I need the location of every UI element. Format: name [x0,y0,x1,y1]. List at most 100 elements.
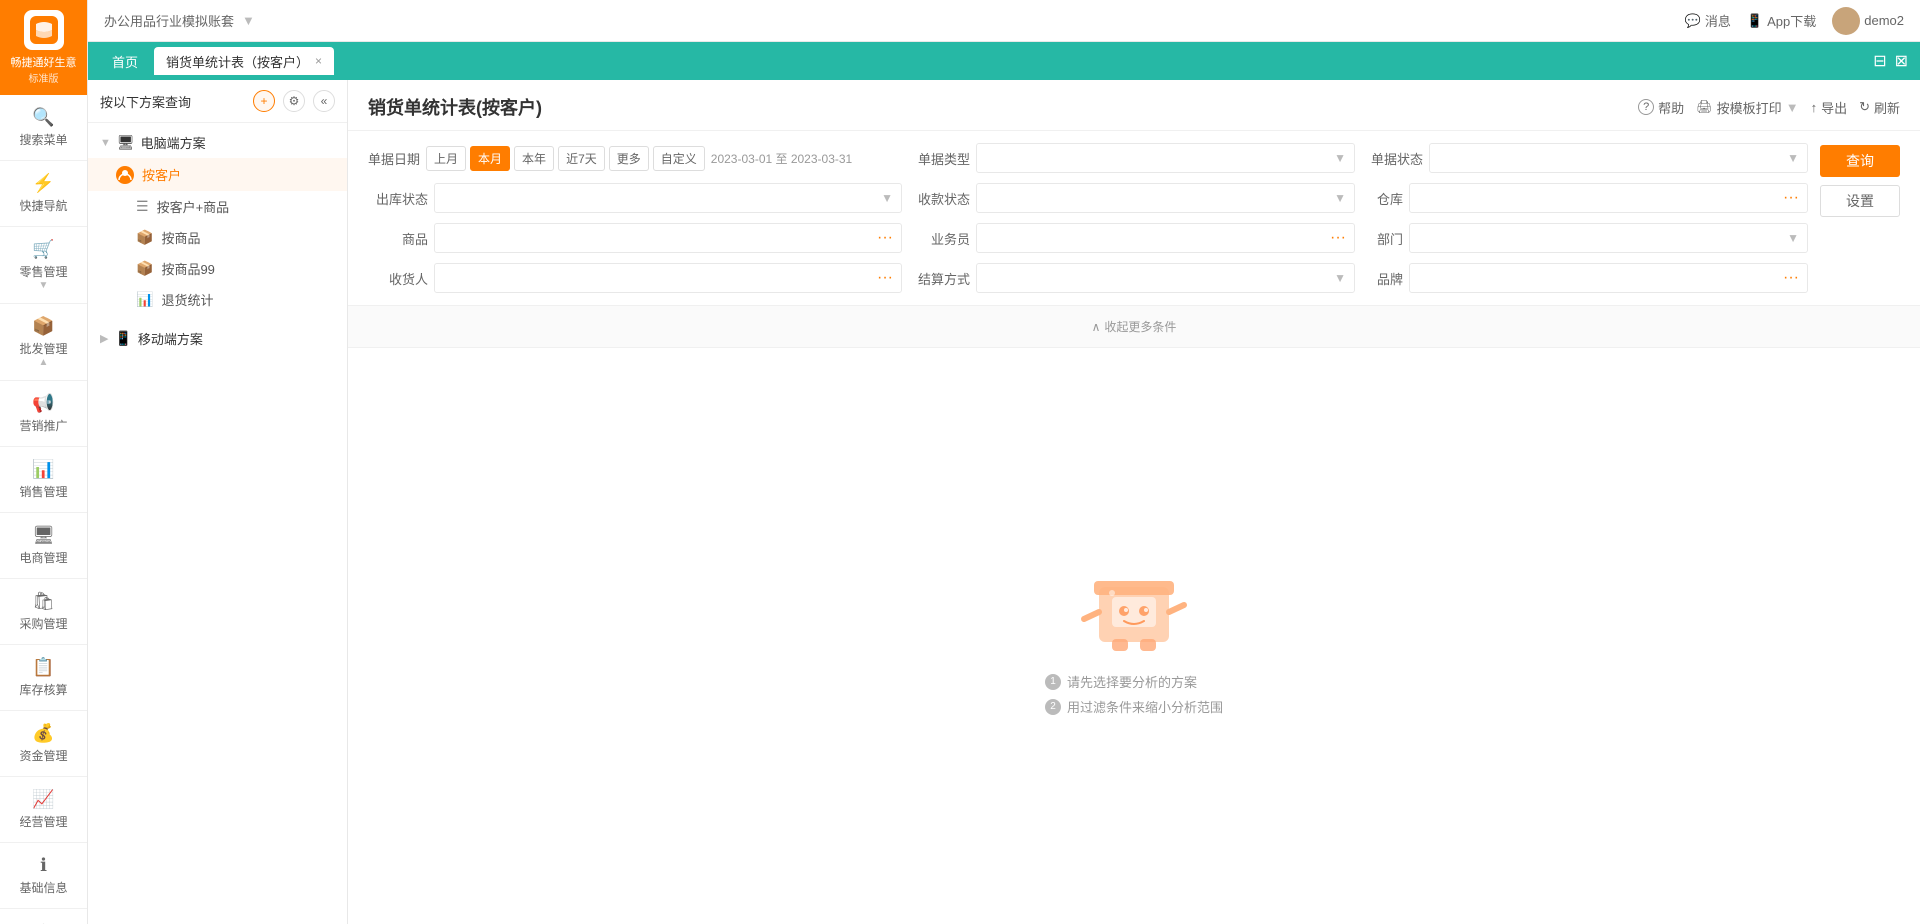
sidebar-item-sales[interactable]: 📊 销售管理 [0,447,87,513]
export-label: 导出 [1821,98,1847,117]
sidebar-item-label: 资金管理 [19,747,67,764]
tab-sales-stats-label: 销货单统计表（按客户） [166,52,309,71]
brand-dots[interactable]: ··· [1783,269,1799,287]
basic-icon: ℹ [40,855,47,876]
salesperson-dots[interactable]: ··· [1330,229,1346,247]
empty-num-2: 2 [1045,699,1061,715]
sidebar-item-basic[interactable]: ℹ 基础信息 [0,843,87,909]
avatar [1832,7,1860,35]
by-product-99-label: 按商品99 [161,259,214,278]
product-label: 商品 [368,229,428,248]
doc-status-label: 单据状态 [1363,149,1423,168]
sidebar-item-label: 经营管理 [19,813,67,830]
scheme-item-by-customer[interactable]: 按客户 [88,158,347,191]
empty-num-1: 1 [1045,674,1061,690]
by-customer-icon [116,166,134,184]
scheme-desktop-group: ▼ 🖥 电脑端方案 按客户 ☰ 按客户+商品 [88,123,347,319]
receipt-status-group: 收款状态 ▼ [910,183,1355,213]
sidebar-item-retail[interactable]: 🛒 零售管理 ▼ [0,227,87,304]
product-dots[interactable]: ··· [877,229,893,247]
action-btns: 查询 设置 [1820,143,1900,293]
scheme-collapse-btn[interactable]: « [313,90,335,112]
marketing-icon: 📢 [32,393,54,414]
scheme-item-by-customer-product[interactable]: ☰ 按客户+商品 [88,191,347,222]
empty-illustration [1069,550,1199,660]
warehouse-dots[interactable]: ··· [1783,189,1799,207]
export-btn[interactable]: ↑ 导出 [1811,98,1848,117]
date-custom-btn[interactable]: 自定义 [653,146,705,171]
tab-minimize-btn[interactable]: ⊟ [1873,51,1886,71]
department-group: 部门 ▼ [1363,223,1808,253]
operation-icon: 📈 [32,789,54,810]
doc-type-select[interactable]: ▼ [976,143,1355,173]
salesperson-group: 业务员 ··· [910,223,1355,253]
help-btn[interactable]: ? 帮助 [1638,98,1684,117]
out-status-select[interactable]: ▼ [434,183,902,213]
doc-type-group: 单据类型 ▼ [910,143,1355,173]
settlement-select[interactable]: ▼ [976,263,1355,293]
sidebar-item-label: 电商管理 [19,549,67,566]
sidebar-item-label: 采购管理 [19,615,67,632]
query-btn[interactable]: 查询 [1820,145,1900,177]
return-stats-label: 退货统计 [161,290,213,309]
app-download-btn[interactable]: 📱 App下载 [1747,11,1816,30]
sidebar-item-wholesale[interactable]: 📦 批发管理 ▲ [0,304,87,381]
date-this-year-btn[interactable]: 本年 [514,146,554,171]
logo-text: 畅捷通好生意 [11,54,77,70]
sidebar-item-finance[interactable]: 💰 资金管理 [0,711,87,777]
date-this-month-btn[interactable]: 本月 [470,146,510,171]
scheme-header-actions: + ⚙ « [253,90,335,112]
quick-nav-icon: ⚡ [32,173,54,194]
scheme-mobile-group: ▶ 📱 移动端方案 [88,319,347,358]
setting-btn[interactable]: 设置 [1820,185,1900,217]
warehouse-input[interactable]: ··· [1409,183,1808,213]
tab-close-icon[interactable]: × [315,54,322,68]
refresh-btn[interactable]: ↻ 刷新 [1859,98,1900,117]
date-more-btn[interactable]: 更多 [609,146,649,171]
product-input[interactable]: ··· [434,223,902,253]
sidebar-item-quick-nav[interactable]: ⚡ 快捷导航 [0,161,87,227]
salesperson-input[interactable]: ··· [976,223,1355,253]
collapse-bar[interactable]: ∧ 收起更多条件 [348,306,1920,348]
scheme-mobile-header[interactable]: ▶ 📱 移动端方案 [88,323,347,354]
tab-home[interactable]: 首页 [100,47,150,75]
collapse-btn[interactable]: ∧ 收起更多条件 [1076,314,1193,339]
scheme-item-return-stats[interactable]: 📊 退货统计 [88,284,347,315]
sidebar-item-operation[interactable]: 📈 经营管理 [0,777,87,843]
scheme-settings-btn[interactable]: ⚙ [283,90,305,112]
page-actions: ? 帮助 🖨 按模板打印 ▼ ↑ 导出 ↻ 刷新 [1638,98,1900,117]
sidebar-item-search[interactable]: 🔍 搜索菜单 [0,95,87,161]
date-last-month-btn[interactable]: 上月 [426,146,466,171]
sidebar-item-system[interactable]: ⚙ 系统管理 [0,909,87,924]
tab-maximize-btn[interactable]: ⊠ [1895,51,1908,71]
user-menu[interactable]: demo2 [1832,7,1904,35]
sidebar-item-purchase[interactable]: 🛍 采购管理 [0,579,87,645]
sidebar-item-marketing[interactable]: 📢 营销推广 [0,381,87,447]
doc-type-chevron: ▼ [1334,151,1346,165]
sidebar-item-inventory[interactable]: 📋 库存核算 [0,645,87,711]
date-last-7days-btn[interactable]: 近7天 [558,146,605,171]
template-print-btn[interactable]: 🖨 按模板打印 ▼ [1696,98,1798,117]
brand-input[interactable]: ··· [1409,263,1808,293]
header-dropdown-icon[interactable]: ▼ [242,13,255,28]
tab-sales-stats[interactable]: 销货单统计表（按客户） × [154,47,334,75]
recipient-dots[interactable]: ··· [877,269,893,287]
scheme-item-by-product[interactable]: 📦 按商品 [88,222,347,253]
receipt-status-select[interactable]: ▼ [976,183,1355,213]
doc-type-label: 单据类型 [910,149,970,168]
page-title-bar: 销货单统计表(按客户) ? 帮助 🖨 按模板打印 ▼ ↑ 导出 [348,80,1920,131]
sidebar-item-label: 基础信息 [19,879,67,896]
message-btn[interactable]: 💬 消息 [1685,11,1731,30]
department-select[interactable]: ▼ [1409,223,1808,253]
scheme-desktop-header[interactable]: ▼ 🖥 电脑端方案 [88,127,347,158]
scheme-item-by-product-99[interactable]: 📦 按商品99 [88,253,347,284]
empty-hint-2: 2 用过滤条件来缩小分析范围 [1045,697,1223,716]
scheme-add-btn[interactable]: + [253,90,275,112]
header-right: 💬 消息 📱 App下载 demo2 [1685,7,1904,35]
recipient-input[interactable]: ··· [434,263,902,293]
refresh-icon: ↻ [1859,99,1870,115]
doc-status-select[interactable]: ▼ [1429,143,1808,173]
empty-area: 1 请先选择要分析的方案 2 用过滤条件来缩小分析范围 [348,348,1920,924]
sidebar-item-ecommerce[interactable]: 🖥 电商管理 [0,513,87,579]
desktop-label: 电脑端方案 [141,133,206,152]
